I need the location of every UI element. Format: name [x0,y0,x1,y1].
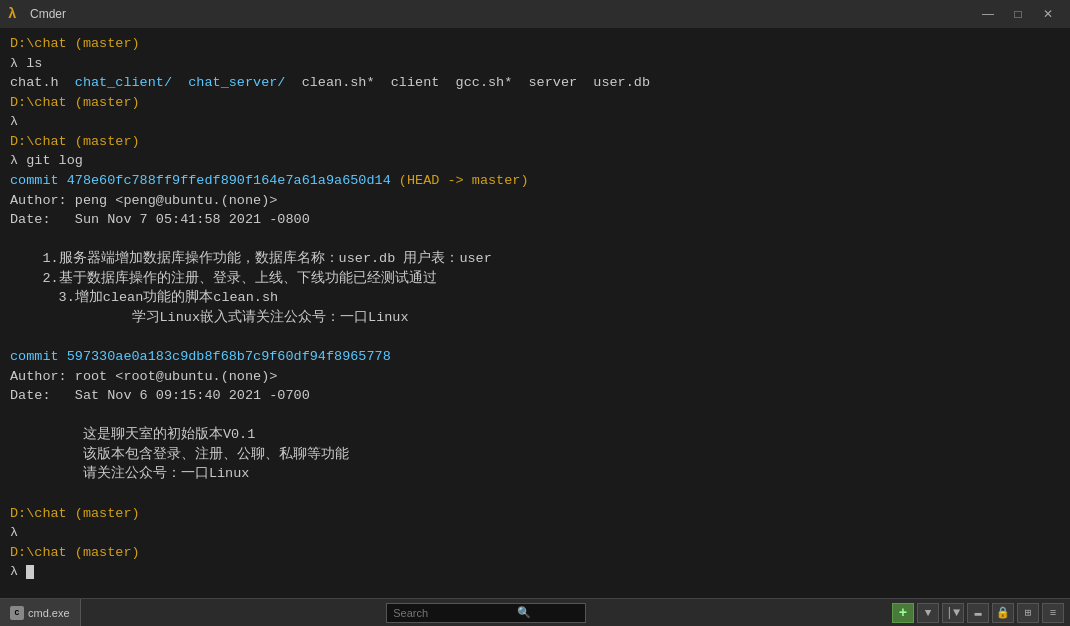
terminal-line: 学习Linux嵌入式请关注公众号：一口Linux [10,308,1060,328]
cursor [26,565,34,579]
terminal-line: 1.服务器端增加数据库操作功能，数据库名称：user.db 用户表：user [10,249,1060,269]
terminal-line [10,230,1060,250]
split-vertical-button[interactable]: |▼ [942,603,964,623]
new-tab-button[interactable]: + [892,603,914,623]
title-bar: λ Cmder — □ ✕ [0,0,1070,28]
terminal-line: λ [10,562,1060,582]
terminal-line: 2.基于数据库操作的注册、登录、上线、下线功能已经测试通过 [10,269,1060,289]
terminal-line: 请关注公众号：一口Linux [10,464,1060,484]
terminal-line: D:\chat (master) [10,93,1060,113]
terminal-line: Author: peng <peng@ubuntu.(none)> [10,191,1060,211]
terminal-line: Date: Sat Nov 6 09:15:40 2021 -0700 [10,386,1060,406]
terminal-line: D:\chat (master) [10,504,1060,524]
new-tab-dropdown-button[interactable]: ▼ [917,603,939,623]
title-bar-controls: — □ ✕ [974,4,1062,24]
terminal-line: λ [10,112,1060,132]
terminal-line: 该版本包含登录、注册、公聊、私聊等功能 [10,445,1060,465]
terminal-line: commit 478e60fc788ff9ffedf890f164e7a61a9… [10,171,1060,191]
taskbar-app-tab[interactable]: C cmd.exe [0,599,81,626]
terminal-line: λ ls [10,54,1060,74]
taskbar-search-area: 🔍 [81,603,892,623]
maximize-button[interactable]: □ [1004,4,1032,24]
terminal-line: D:\chat (master) [10,543,1060,563]
minimize-button[interactable]: — [974,4,1002,24]
terminal-line: 3.增加clean功能的脚本clean.sh [10,288,1060,308]
terminal-line [10,484,1060,504]
title-bar-left: λ Cmder [8,6,66,22]
close-button[interactable]: ✕ [1034,4,1062,24]
search-icon: 🔍 [517,606,531,619]
terminal-line: Author: root <root@ubuntu.(none)> [10,367,1060,387]
cmder-icon: λ [8,6,24,22]
menu-button[interactable]: ≡ [1042,603,1064,623]
terminal-line: D:\chat (master) [10,132,1060,152]
lock-button[interactable]: 🔒 [992,603,1014,623]
cmd-app-icon: C [10,606,24,620]
terminal-line: λ git log [10,151,1060,171]
terminal-line: Date: Sun Nov 7 05:41:58 2021 -0800 [10,210,1060,230]
search-input[interactable] [393,607,513,619]
terminal-area: D:\chat (master) λ ls chat.h chat_client… [0,28,1070,598]
taskbar-app-label: cmd.exe [28,607,70,619]
settings-button[interactable]: ⊞ [1017,603,1039,623]
terminal-line [10,327,1060,347]
terminal-line: chat.h chat_client/ chat_server/ clean.s… [10,73,1060,93]
split-horizontal-button[interactable]: ▬ [967,603,989,623]
terminal-line: commit 597330ae0a183c9db8f68b7c9f60df94f… [10,347,1060,367]
taskbar-right-buttons: + ▼ |▼ ▬ 🔒 ⊞ ≡ [892,603,1070,623]
title-bar-title: Cmder [30,7,66,21]
taskbar: C cmd.exe 🔍 + ▼ |▼ ▬ 🔒 ⊞ ≡ [0,598,1070,626]
search-box[interactable]: 🔍 [386,603,586,623]
terminal-line: 这是聊天室的初始版本V0.1 [10,425,1060,445]
terminal-line: D:\chat (master) [10,34,1060,54]
terminal-line [10,406,1060,426]
terminal-line: λ [10,523,1060,543]
